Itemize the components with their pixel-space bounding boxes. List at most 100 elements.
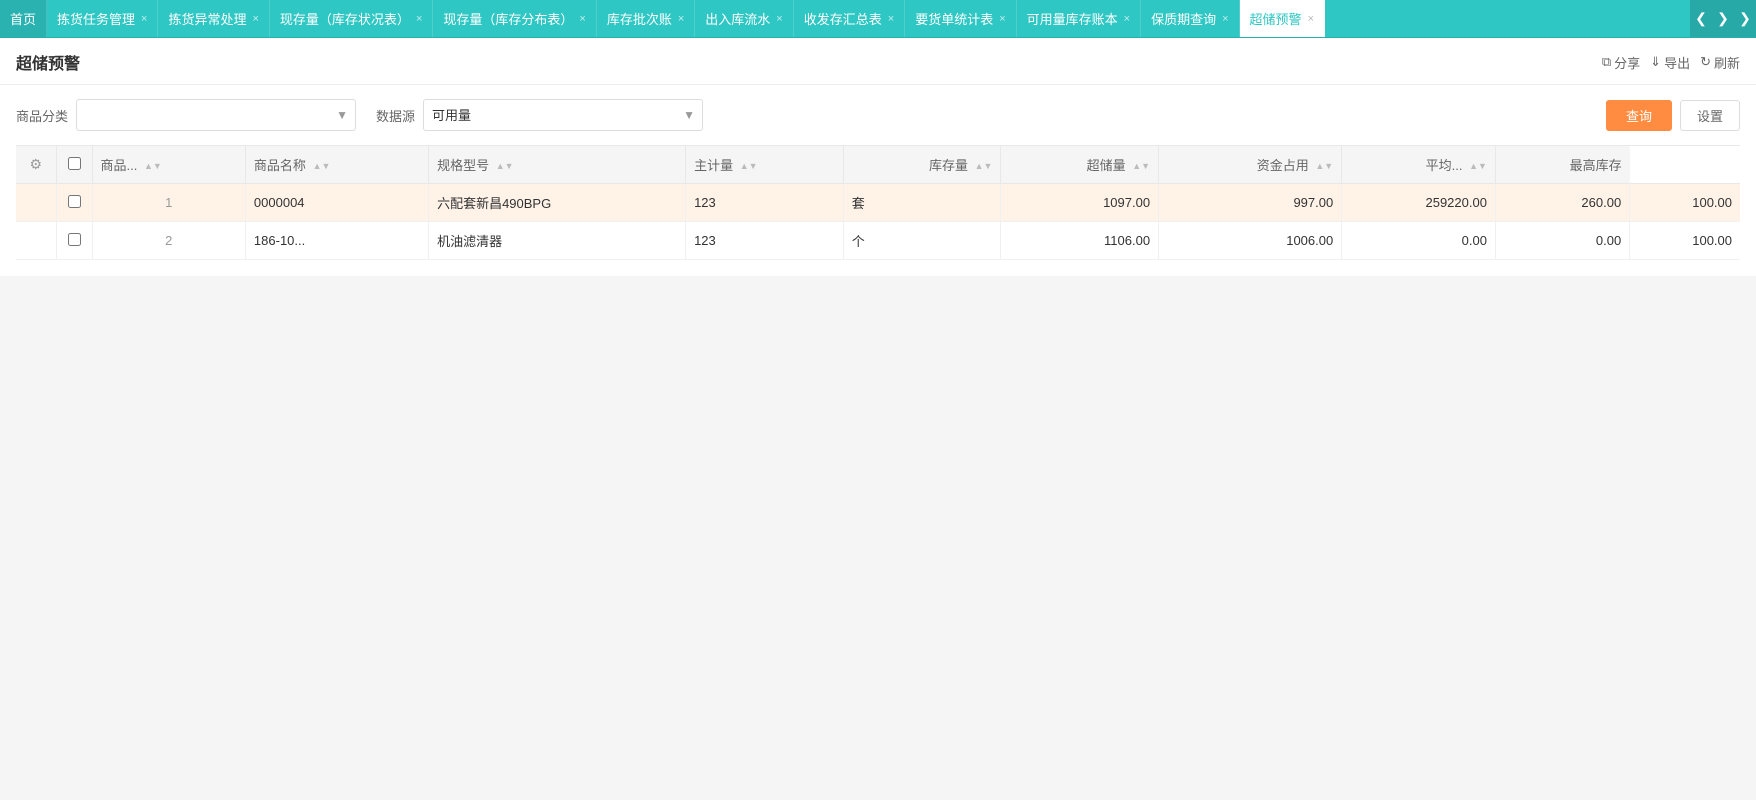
row-overstock-qty: 1006.00 [1159, 222, 1342, 260]
nav-item-inventory-batch[interactable]: 库存批次账 × [597, 0, 695, 38]
row-number: 1 [92, 184, 245, 222]
nav-item-order-summary[interactable]: 要货单统计表 × [905, 0, 1016, 38]
row-stock-qty: 1106.00 [1001, 222, 1159, 260]
close-inventory-status[interactable]: × [416, 13, 422, 25]
sort-spec[interactable]: ▲▼ [496, 162, 514, 172]
row-number: 2 [92, 222, 245, 260]
col-product-name: 商品名称 ▲▼ [245, 146, 428, 184]
row-spec: 123 [686, 222, 844, 260]
sort-capital-occ[interactable]: ▲▼ [1315, 162, 1333, 172]
row-overstock-qty: 997.00 [1159, 184, 1342, 222]
row-max-stock: 100.00 [1630, 184, 1740, 222]
page-container: 超储预警 ⧉ 分享 ⇓ 导出 ↻ 刷新 商品分类 ▼ [0, 38, 1756, 276]
datasource-select-wrapper: 可用量 ▼ [423, 99, 703, 131]
nav-item-home[interactable]: 首页 [0, 0, 47, 38]
row-checkbox-0[interactable] [68, 195, 81, 208]
col-settings: ⚙ [16, 146, 56, 184]
row-product-code: 186-10... [245, 222, 428, 260]
nav-arrows: ❮ ❯ ❯ [1690, 0, 1756, 38]
table-header-row: ⚙ 商品... ▲▼ 商品名称 ▲▼ 规格型号 ▲▼ [16, 146, 1740, 184]
nav-prev-button[interactable]: ❮ [1690, 0, 1712, 38]
page-title-bar: 超储预警 ⧉ 分享 ⇓ 导出 ↻ 刷新 [0, 38, 1756, 85]
row-stock-qty: 1097.00 [1001, 184, 1159, 222]
row-checkbox-cell [56, 222, 92, 260]
row-unit: 套 [843, 184, 1001, 222]
col-stock-qty: 库存量 ▲▼ [843, 146, 1001, 184]
table-body: 1 0000004 六配套新昌490BPG 123 套 1097.00 997.… [16, 184, 1740, 260]
export-button[interactable]: ⇓ 导出 [1650, 53, 1690, 72]
nav-next-button[interactable]: ❯ [1712, 0, 1734, 38]
category-filter: 商品分类 ▼ [16, 99, 356, 131]
col-overstock-qty: 超储量 ▲▼ [1001, 146, 1159, 184]
close-shelf-life[interactable]: × [1222, 13, 1228, 25]
sort-product-code[interactable]: ▲▼ [144, 162, 162, 172]
sort-unit[interactable]: ▲▼ [740, 162, 758, 172]
col-spec: 规格型号 ▲▼ [429, 146, 686, 184]
top-nav: 首页 拣货任务管理 × 拣货异常处理 × 现存量（库存状况表） × 现存量（库存… [0, 0, 1756, 38]
col-checkbox [56, 146, 92, 184]
col-max-stock: 最高库存 [1495, 146, 1629, 184]
row-settings-cell [16, 222, 56, 260]
close-overstock-warning[interactable]: × [1308, 13, 1314, 25]
row-product-code: 0000004 [245, 184, 428, 222]
title-actions: ⧉ 分享 ⇓ 导出 ↻ 刷新 [1602, 53, 1740, 72]
datasource-select[interactable]: 可用量 [423, 99, 703, 131]
close-pkl-exception[interactable]: × [252, 13, 258, 25]
category-select-wrapper: ▼ [76, 99, 356, 131]
nav-item-avail-ledger[interactable]: 可用量库存账本 × [1017, 0, 1141, 38]
refresh-button[interactable]: ↻ 刷新 [1700, 53, 1740, 72]
nav-item-inventory-status[interactable]: 现存量（库存状况表） × [270, 0, 433, 38]
row-checkbox-1[interactable] [68, 233, 81, 246]
refresh-icon: ↻ [1700, 54, 1711, 70]
nav-item-overstock-warning[interactable]: 超储预警 × [1240, 0, 1325, 38]
gear-icon[interactable]: ⚙ [29, 156, 42, 172]
sort-overstock-qty[interactable]: ▲▼ [1132, 162, 1150, 172]
table-container: ⚙ 商品... ▲▼ 商品名称 ▲▼ 规格型号 ▲▼ [0, 145, 1756, 276]
share-icon: ⧉ [1602, 54, 1611, 70]
row-product-name: 机油滤清器 [429, 222, 686, 260]
sort-product-name[interactable]: ▲▼ [313, 162, 331, 172]
nav-item-inout-flow[interactable]: 出入库流水 × [695, 0, 793, 38]
export-icon: ⇓ [1650, 54, 1661, 70]
row-product-name: 六配套新昌490BPG [429, 184, 686, 222]
nav-item-recv-summary[interactable]: 收发存汇总表 × [794, 0, 905, 38]
settings-button[interactable]: 设置 [1680, 100, 1740, 131]
nav-item-pkl-exception[interactable]: 拣货异常处理 × [158, 0, 269, 38]
datasource-filter: 数据源 可用量 ▼ [376, 99, 703, 131]
data-table: ⚙ 商品... ▲▼ 商品名称 ▲▼ 规格型号 ▲▼ [16, 145, 1740, 260]
close-inventory-dist[interactable]: × [579, 13, 585, 25]
filter-actions: 查询 设置 [1606, 100, 1740, 131]
close-avail-ledger[interactable]: × [1124, 13, 1130, 25]
close-pkl-task[interactable]: × [141, 13, 147, 25]
col-capital-occ: 资金占用 ▲▼ [1159, 146, 1342, 184]
row-avg: 260.00 [1495, 184, 1629, 222]
page-title: 超储预警 [16, 50, 80, 74]
filter-area: 商品分类 ▼ 数据源 可用量 ▼ 查询 设置 [0, 85, 1756, 145]
datasource-label: 数据源 [376, 106, 415, 125]
share-button[interactable]: ⧉ 分享 [1602, 53, 1640, 72]
row-settings-cell [16, 184, 56, 222]
row-unit: 个 [843, 222, 1001, 260]
row-checkbox-cell [56, 184, 92, 222]
row-capital-occ: 0.00 [1342, 222, 1496, 260]
select-all-checkbox[interactable] [68, 157, 81, 170]
row-max-stock: 100.00 [1630, 222, 1740, 260]
query-button[interactable]: 查询 [1606, 100, 1672, 131]
category-select[interactable] [76, 99, 356, 131]
row-avg: 0.00 [1495, 222, 1629, 260]
table-row: 1 0000004 六配套新昌490BPG 123 套 1097.00 997.… [16, 184, 1740, 222]
col-unit: 主计量 ▲▼ [686, 146, 844, 184]
nav-item-shelf-life[interactable]: 保质期查询 × [1141, 0, 1239, 38]
sort-stock-qty[interactable]: ▲▼ [975, 162, 993, 172]
col-product-code: 商品... ▲▼ [92, 146, 245, 184]
nav-item-inventory-dist[interactable]: 现存量（库存分布表） × [433, 0, 596, 38]
close-inout-flow[interactable]: × [776, 13, 782, 25]
row-spec: 123 [686, 184, 844, 222]
nav-menu-button[interactable]: ❯ [1734, 0, 1756, 38]
nav-item-pkl-task[interactable]: 拣货任务管理 × [47, 0, 158, 38]
close-recv-summary[interactable]: × [888, 13, 894, 25]
close-inventory-batch[interactable]: × [678, 13, 684, 25]
category-label: 商品分类 [16, 106, 68, 125]
close-order-summary[interactable]: × [999, 13, 1005, 25]
sort-avg[interactable]: ▲▼ [1469, 162, 1487, 172]
